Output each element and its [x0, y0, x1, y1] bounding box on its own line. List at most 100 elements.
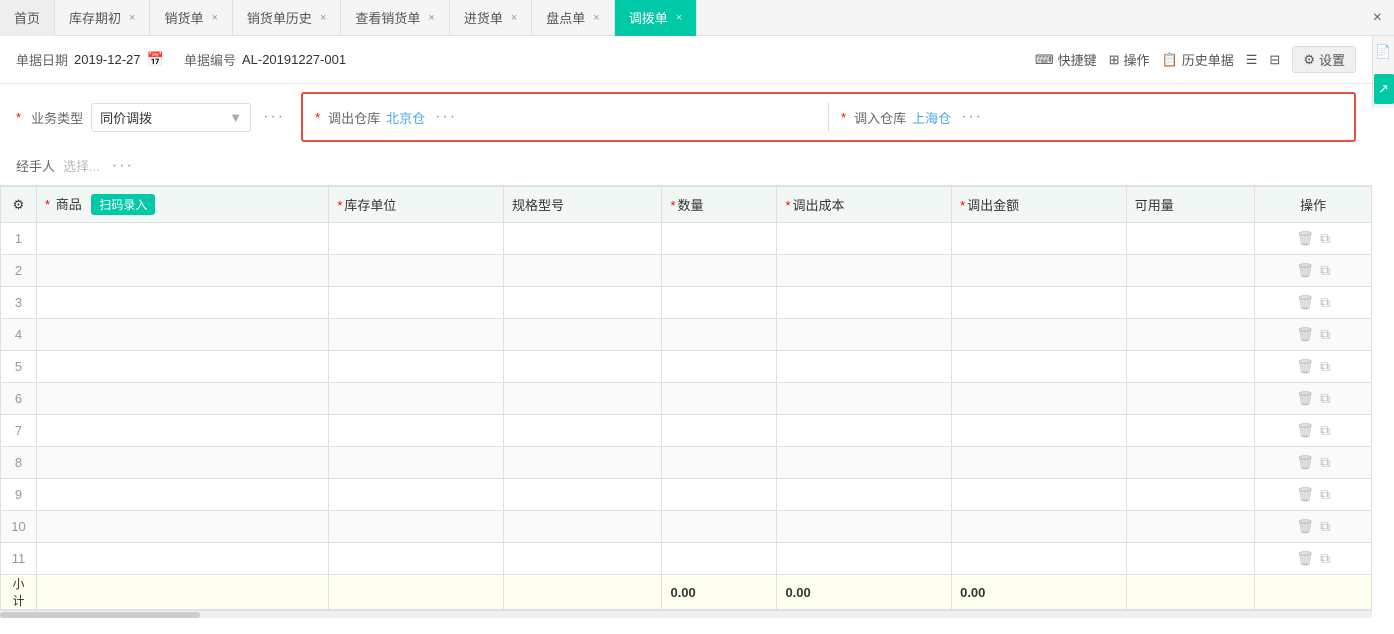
close-icon[interactable]: ×: [129, 12, 135, 24]
quantity-cell[interactable]: [662, 287, 777, 319]
business-type-more-button[interactable]: ···: [259, 108, 289, 126]
copy-icon[interactable]: ⧉: [1320, 294, 1330, 311]
amount-cell[interactable]: [952, 351, 1127, 383]
delete-icon[interactable]: 🗑: [1296, 550, 1314, 567]
cost-cell[interactable]: [777, 319, 952, 351]
quantity-cell[interactable]: [662, 383, 777, 415]
product-cell[interactable]: [37, 255, 329, 287]
copy-icon[interactable]: ⧉: [1320, 230, 1330, 247]
delete-icon[interactable]: 🗑: [1296, 262, 1314, 279]
copy-icon[interactable]: ⧉: [1320, 358, 1330, 375]
product-cell[interactable]: [37, 543, 329, 575]
business-type-select[interactable]: 同价调拨 ▼: [91, 103, 251, 132]
gear-column-header[interactable]: ⚙: [1, 187, 37, 223]
spec-cell[interactable]: [504, 383, 662, 415]
delete-icon[interactable]: 🗑: [1296, 422, 1314, 439]
amount-cell[interactable]: [952, 255, 1127, 287]
unit-cell[interactable]: [329, 351, 504, 383]
operation-button[interactable]: ⊞ 操作: [1109, 50, 1150, 69]
delete-icon[interactable]: 🗑: [1296, 486, 1314, 503]
product-cell[interactable]: [37, 511, 329, 543]
cost-cell[interactable]: [777, 479, 952, 511]
unit-cell[interactable]: [329, 479, 504, 511]
cost-cell[interactable]: [777, 447, 952, 479]
quantity-cell[interactable]: [662, 351, 777, 383]
amount-cell[interactable]: [952, 223, 1127, 255]
handler-more-button[interactable]: ···: [108, 157, 138, 175]
amount-cell[interactable]: [952, 479, 1127, 511]
layout-icon-2[interactable]: ⊟: [1269, 52, 1280, 68]
out-warehouse-more-button[interactable]: ···: [431, 108, 461, 126]
calendar-icon[interactable]: 📅: [147, 51, 164, 68]
delete-icon[interactable]: 🗑: [1296, 390, 1314, 407]
quantity-cell[interactable]: [662, 543, 777, 575]
cost-cell[interactable]: [777, 255, 952, 287]
product-cell[interactable]: [37, 223, 329, 255]
quantity-cell[interactable]: [662, 223, 777, 255]
in-warehouse-more-button[interactable]: ···: [957, 108, 987, 126]
unit-cell[interactable]: [329, 447, 504, 479]
quantity-cell[interactable]: [662, 479, 777, 511]
copy-icon[interactable]: ⧉: [1320, 486, 1330, 503]
product-cell[interactable]: [37, 447, 329, 479]
layout-icon-1[interactable]: ☰: [1246, 52, 1258, 68]
close-icon[interactable]: ×: [511, 12, 517, 24]
scroll-thumb[interactable]: [0, 612, 200, 618]
sidebar-external-link-icon[interactable]: ↗: [1374, 74, 1394, 104]
delete-icon[interactable]: 🗑: [1296, 358, 1314, 375]
product-cell[interactable]: [37, 383, 329, 415]
quantity-cell[interactable]: [662, 415, 777, 447]
copy-icon[interactable]: ⧉: [1320, 390, 1330, 407]
cost-cell[interactable]: [777, 287, 952, 319]
tab-inventory-init[interactable]: 库存期初 ×: [55, 0, 150, 36]
unit-cell[interactable]: [329, 287, 504, 319]
setting-button[interactable]: ⚙ 设置: [1292, 46, 1356, 73]
unit-cell[interactable]: [329, 543, 504, 575]
quantity-cell[interactable]: [662, 319, 777, 351]
delete-icon[interactable]: 🗑: [1296, 230, 1314, 247]
copy-icon[interactable]: ⧉: [1320, 454, 1330, 471]
amount-cell[interactable]: [952, 287, 1127, 319]
product-cell[interactable]: [37, 479, 329, 511]
close-icon[interactable]: ×: [211, 12, 217, 24]
delete-icon[interactable]: 🗑: [1296, 294, 1314, 311]
delete-icon[interactable]: 🗑: [1296, 518, 1314, 535]
spec-cell[interactable]: [504, 447, 662, 479]
sidebar-document-icon[interactable]: 📄: [1374, 40, 1394, 64]
horizontal-scrollbar[interactable]: [0, 610, 1372, 618]
spec-cell[interactable]: [504, 319, 662, 351]
product-cell[interactable]: [37, 415, 329, 447]
tab-home[interactable]: 首页: [0, 0, 55, 36]
tab-view-sales[interactable]: 查看销货单 ×: [341, 0, 449, 36]
tab-sales-order[interactable]: 销货单 ×: [150, 0, 232, 36]
unit-cell[interactable]: [329, 255, 504, 287]
scan-button[interactable]: 扫码录入: [91, 194, 155, 215]
quantity-cell[interactable]: [662, 255, 777, 287]
cost-cell[interactable]: [777, 543, 952, 575]
product-cell[interactable]: [37, 351, 329, 383]
close-icon[interactable]: ×: [320, 12, 326, 24]
amount-cell[interactable]: [952, 319, 1127, 351]
cost-cell[interactable]: [777, 511, 952, 543]
quantity-cell[interactable]: [662, 447, 777, 479]
close-icon[interactable]: ×: [676, 12, 682, 24]
tab-purchase[interactable]: 进货单 ×: [450, 0, 532, 36]
close-icon[interactable]: ×: [428, 12, 434, 24]
copy-icon[interactable]: ⧉: [1320, 326, 1330, 343]
spec-cell[interactable]: [504, 351, 662, 383]
close-icon[interactable]: ×: [593, 12, 599, 24]
unit-cell[interactable]: [329, 511, 504, 543]
delete-icon[interactable]: 🗑: [1296, 326, 1314, 343]
spec-cell[interactable]: [504, 543, 662, 575]
amount-cell[interactable]: [952, 511, 1127, 543]
window-close-button[interactable]: ×: [1361, 0, 1394, 36]
spec-cell[interactable]: [504, 287, 662, 319]
tab-inventory-check[interactable]: 盘点单 ×: [532, 0, 614, 36]
cost-cell[interactable]: [777, 351, 952, 383]
amount-cell[interactable]: [952, 383, 1127, 415]
copy-icon[interactable]: ⧉: [1320, 518, 1330, 535]
amount-cell[interactable]: [952, 415, 1127, 447]
unit-cell[interactable]: [329, 223, 504, 255]
unit-cell[interactable]: [329, 319, 504, 351]
amount-cell[interactable]: [952, 543, 1127, 575]
